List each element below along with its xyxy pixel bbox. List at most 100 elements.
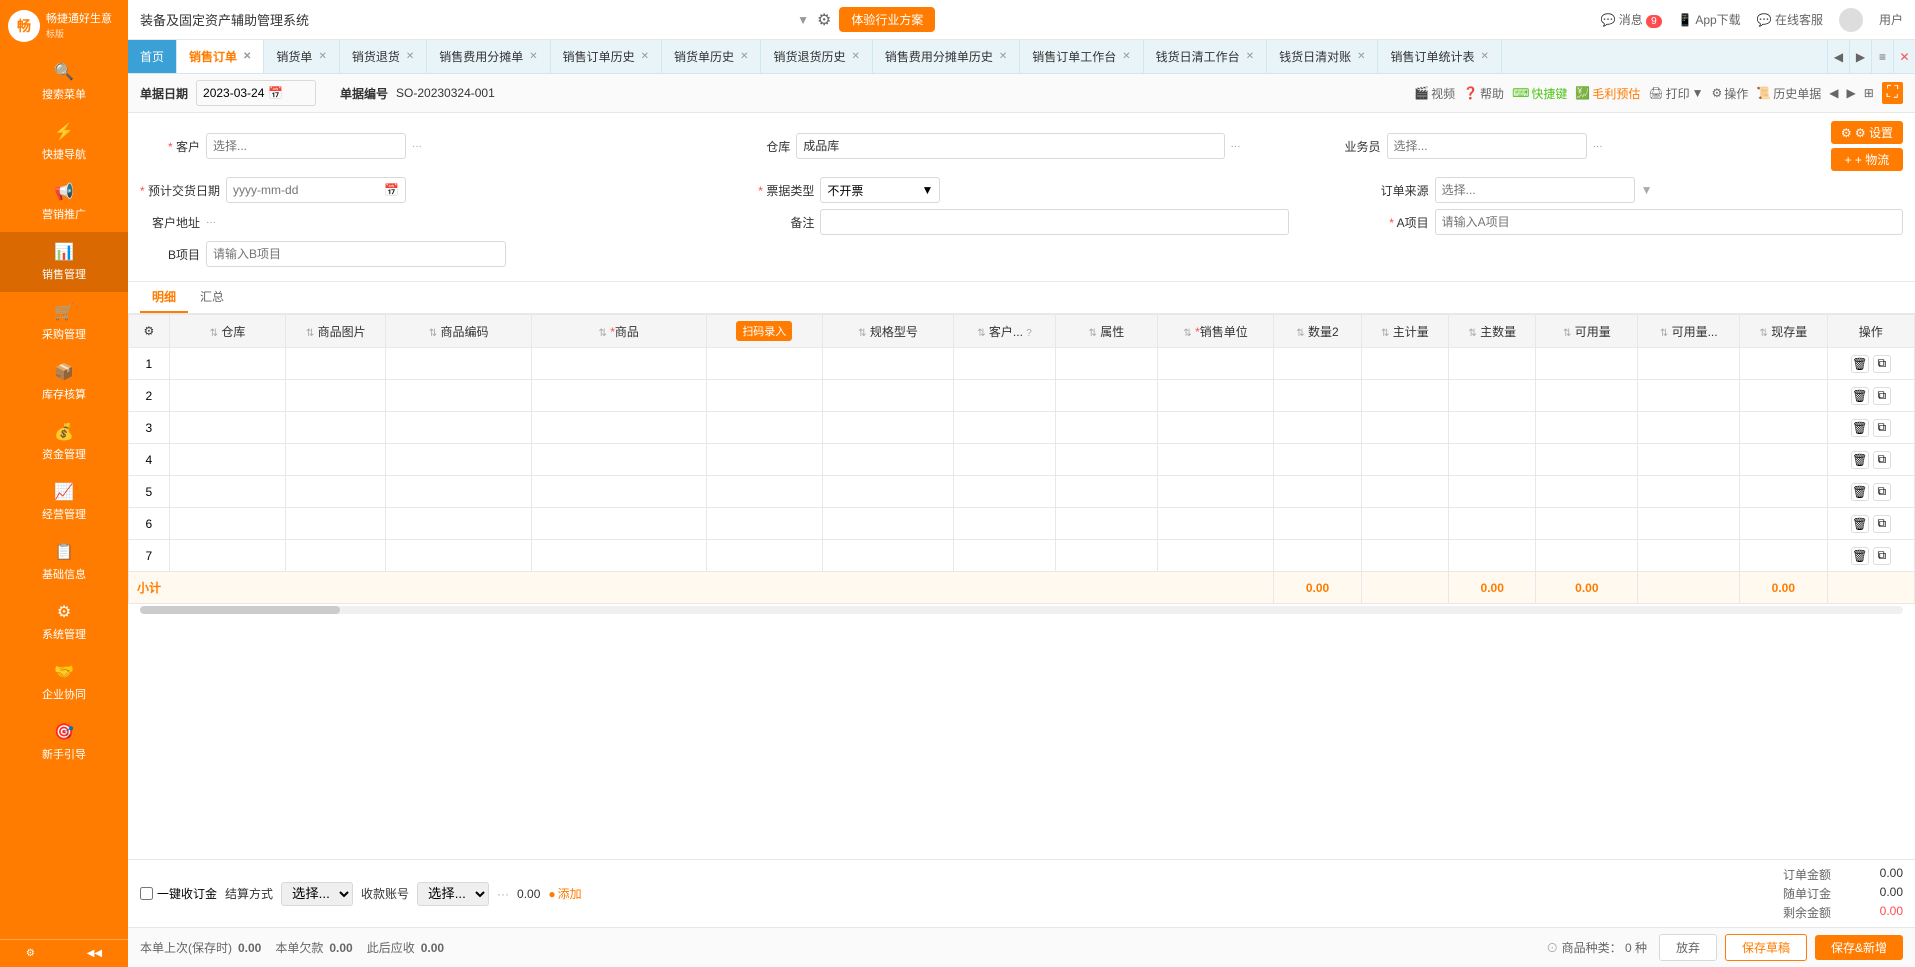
tab-order-workbench[interactable]: 销售订单工作台 ✕ [1020,40,1143,74]
save-new-btn[interactable]: 保存&新增 [1815,935,1903,960]
row-sku[interactable] [386,348,532,380]
row-unit[interactable] [1157,380,1273,412]
online-support-btn[interactable]: 💬 在线客服 [1757,11,1823,28]
sidebar-collapse-btn[interactable]: ◀◀ [87,948,102,959]
sidebar-settings-btn[interactable]: ⚙ [26,948,35,959]
row-spec[interactable] [823,412,954,444]
row-cust-code[interactable] [954,476,1056,508]
nav-next-icon[interactable]: ▶ [1847,86,1856,100]
row-unit[interactable] [1157,476,1273,508]
row-unit2[interactable] [1361,508,1448,540]
tab-expense-history[interactable]: 销售费用分摊单历史 ✕ [873,40,1020,74]
customer-dots[interactable]: ··· [412,141,422,152]
row-unit[interactable] [1157,412,1273,444]
a-project-input[interactable] [1435,209,1903,235]
row-copy-btn[interactable]: ⧉ [1873,419,1891,437]
sidebar-item-inventory[interactable]: 📦 库存核算 [0,352,128,412]
row-main-qty[interactable] [1449,444,1536,476]
settings-btn[interactable]: ⚙ ⚙ 设置 [1831,121,1903,144]
tab-close-icon[interactable]: ✕ [1122,51,1130,62]
discard-btn[interactable]: 放弃 [1659,934,1717,961]
tab-next-btn[interactable]: ▶ [1849,40,1871,74]
tab-bill-history[interactable]: 销货单历史 ✕ [662,40,761,74]
row-attr[interactable] [1055,380,1157,412]
nav-prev-icon[interactable]: ◀ [1829,86,1838,100]
tab-close-icon[interactable]: ✕ [1357,51,1365,62]
row-attr[interactable] [1055,348,1157,380]
row-warehouse[interactable] [169,380,285,412]
sidebar-item-guide[interactable]: 🎯 新手引导 [0,712,128,772]
user-name-btn[interactable]: 用户 [1879,11,1903,28]
row-copy-btn[interactable]: ⧉ [1873,483,1891,501]
row-cust-code[interactable] [954,508,1056,540]
row-spec[interactable] [823,540,954,572]
row-sku[interactable] [386,380,532,412]
one-click-checkbox[interactable] [140,887,153,900]
sidebar-item-purchase[interactable]: 🛒 采购管理 [0,292,128,352]
row-unit[interactable] [1157,348,1273,380]
shortcut-btn[interactable]: ⌨ 快捷键 [1512,85,1567,102]
row-unit[interactable] [1157,508,1273,540]
row-warehouse[interactable] [169,508,285,540]
tab-close-icon[interactable]: ✕ [851,51,859,62]
tab-detail[interactable]: 明细 [140,282,188,313]
tab-sales-expense[interactable]: 销售费用分摊单 ✕ [427,40,550,74]
order-source-input[interactable] [1435,177,1635,203]
grid-view-icon[interactable]: ⊞ [1864,86,1874,100]
row-qty2[interactable] [1274,348,1361,380]
row-attr[interactable] [1055,412,1157,444]
sidebar-item-basicinfo[interactable]: 📋 基础信息 [0,532,128,592]
dots-icon[interactable]: ··· [497,887,509,901]
sidebar-item-operations[interactable]: 📈 经营管理 [0,472,128,532]
account-select[interactable]: 选择... [417,882,489,906]
row-sku[interactable] [386,444,532,476]
tab-sales-order[interactable]: 销售订单 ✕ [177,40,264,74]
row-delete-btn[interactable]: 🗑 [1851,547,1869,565]
tab-close-icon[interactable]: ✕ [529,51,537,62]
tab-home[interactable]: 首页 [128,40,177,74]
row-sku[interactable] [386,412,532,444]
row-main-qty[interactable] [1449,380,1536,412]
tab-close-all-btn[interactable]: ✕ [1893,40,1915,74]
row-unit2[interactable] [1361,412,1448,444]
row-sku[interactable] [386,476,532,508]
history-btn[interactable]: 📜 历史单据 [1756,85,1821,102]
row-qty2[interactable] [1274,540,1361,572]
tab-prev-btn[interactable]: ◀ [1827,40,1849,74]
delivery-input[interactable]: 📅 [226,177,406,203]
row-delete-btn[interactable]: 🗑 [1851,515,1869,533]
row-attr[interactable] [1055,508,1157,540]
tab-close-icon[interactable]: ✕ [999,51,1007,62]
row-spec[interactable] [823,348,954,380]
tab-return-history[interactable]: 销货退货历史 ✕ [761,40,872,74]
th-settings[interactable]: ⚙ [129,315,170,348]
th-warehouse[interactable]: ⇅ 仓库 [169,315,285,348]
payment-method-select[interactable]: 选择... [281,882,353,906]
row-main-qty[interactable] [1449,508,1536,540]
sidebar-item-quicknav[interactable]: ⚡ 快捷导航 [0,112,128,172]
help-btn[interactable]: ❓ 帮助 [1463,85,1504,102]
row-unit2[interactable] [1361,348,1448,380]
row-spec[interactable] [823,476,954,508]
save-draft-btn[interactable]: 保存草稿 [1725,934,1807,961]
row-cust-code[interactable] [954,412,1056,444]
view-btn[interactable]: 🎬 视频 [1414,85,1455,102]
row-qty2[interactable] [1274,508,1361,540]
row-qty2[interactable] [1274,380,1361,412]
row-product[interactable] [531,444,706,476]
row-product[interactable] [531,348,706,380]
b-project-input[interactable] [206,241,506,267]
industry-btn[interactable]: 体验行业方案 [839,7,935,32]
warehouse-value[interactable]: 成品库 [796,133,1224,159]
row-spec[interactable] [823,444,954,476]
staff-input[interactable] [1387,133,1587,159]
row-main-qty[interactable] [1449,476,1536,508]
gear-settings-icon[interactable]: ⚙ [817,10,831,30]
row-spec[interactable] [823,380,954,412]
row-unit2[interactable] [1361,476,1448,508]
row-sku[interactable] [386,540,532,572]
row-copy-btn[interactable]: ⧉ [1873,387,1891,405]
note-input[interactable] [820,209,1288,235]
row-attr[interactable] [1055,476,1157,508]
row-warehouse[interactable] [169,348,285,380]
